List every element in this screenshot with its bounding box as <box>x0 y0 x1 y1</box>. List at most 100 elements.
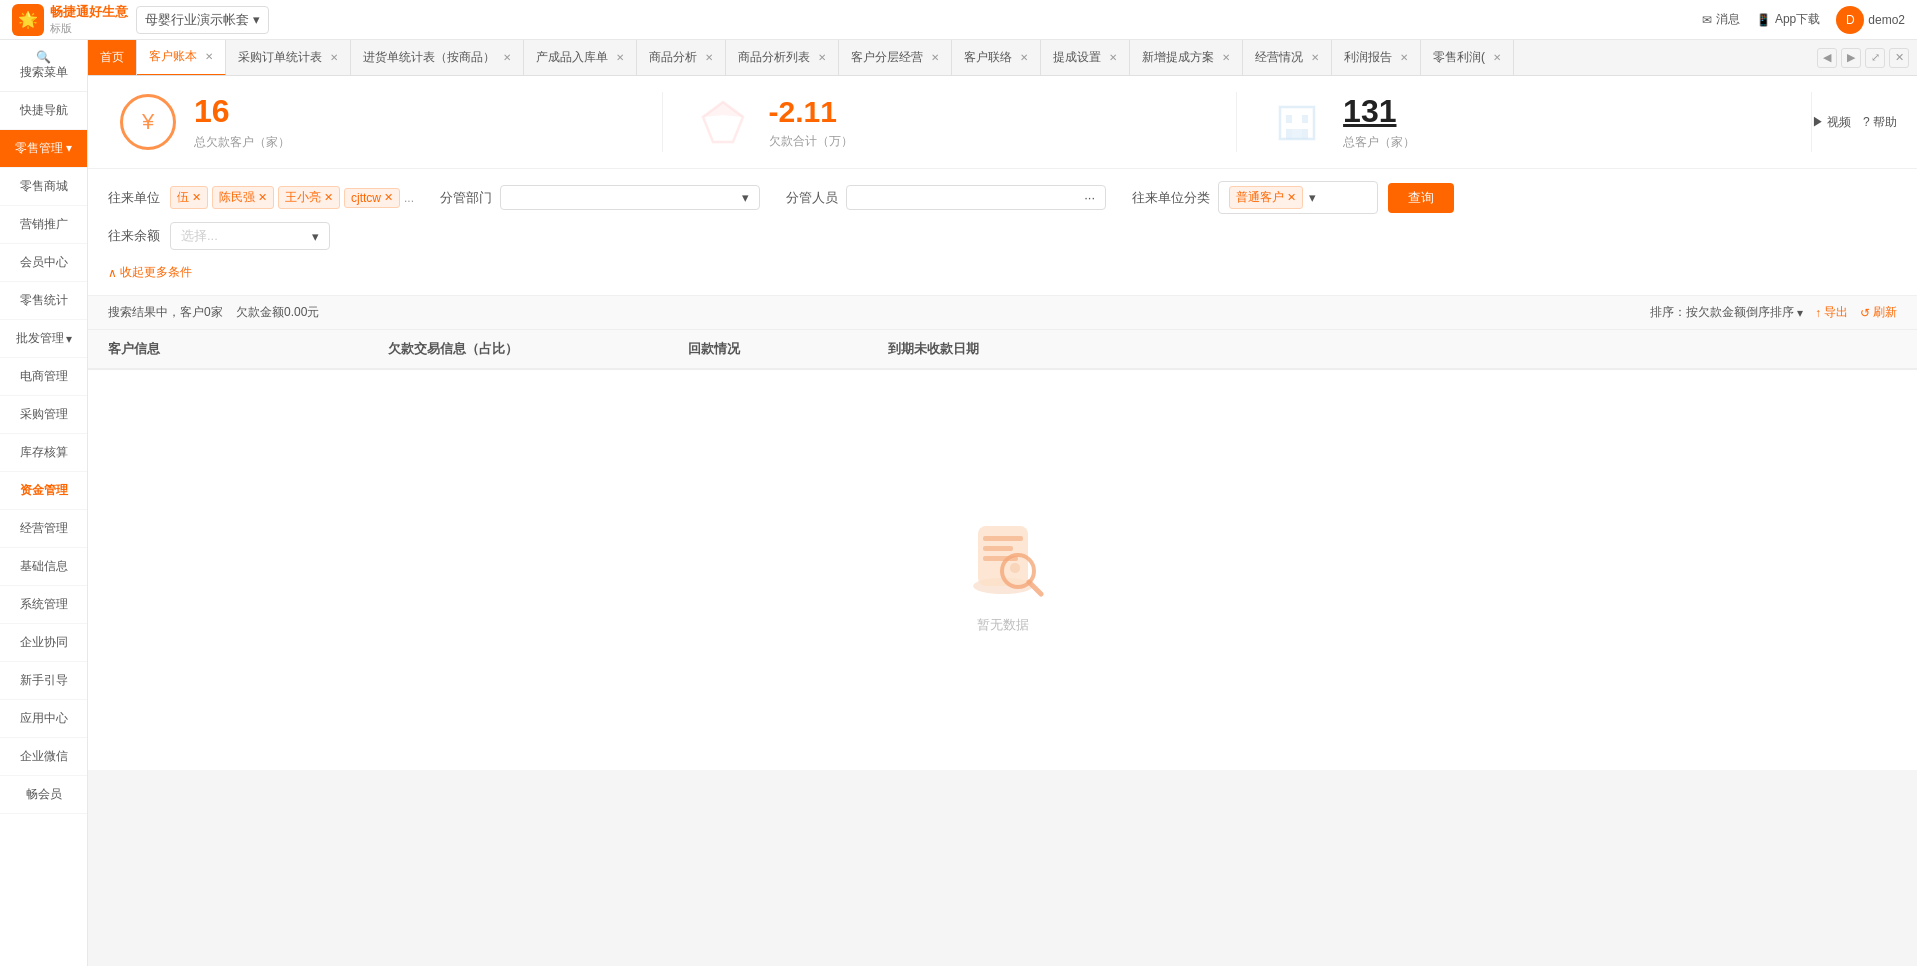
tab-label: 采购订单统计表 <box>238 49 322 66</box>
tab-close-icon[interactable]: ✕ <box>1109 52 1117 63</box>
tab-close-icon[interactable]: ✕ <box>1400 52 1408 63</box>
tab-purchase-order-stat[interactable]: 采购订单统计表 ✕ <box>226 40 351 76</box>
sidebar-item-finance[interactable]: 资金管理 <box>0 472 87 510</box>
video-help-button[interactable]: ▶ 视频 <box>1812 114 1851 131</box>
tab-customer-contact[interactable]: 客户联络 ✕ <box>952 40 1041 76</box>
sidebar-item-vip[interactable]: 畅会员 <box>0 776 87 814</box>
sidebar-item-app-center[interactable]: 应用中心 <box>0 700 87 738</box>
tab-operation-status[interactable]: 经营情况 ✕ <box>1243 40 1332 76</box>
sidebar-item-label: 新手引导 <box>20 673 68 687</box>
tab-next-button[interactable]: ▶ <box>1841 48 1861 68</box>
filter-tag-wu[interactable]: 伍 ✕ <box>170 186 208 209</box>
tab-label: 经营情况 <box>1255 49 1303 66</box>
app-download-button[interactable]: 📱 App下载 <box>1756 11 1820 28</box>
tab-close-all-button[interactable]: ✕ <box>1889 48 1909 68</box>
message-button[interactable]: ✉ 消息 <box>1702 11 1740 28</box>
tab-close-icon[interactable]: ✕ <box>818 52 826 63</box>
tag-close-icon[interactable]: ✕ <box>258 191 267 204</box>
tab-stock-stat[interactable]: 进货单统计表（按商品） ✕ <box>351 40 524 76</box>
category-select[interactable]: 普通客户 ✕ ▾ <box>1218 181 1378 214</box>
tab-production-stock[interactable]: 产成品入库单 ✕ <box>524 40 637 76</box>
tab-goods-analysis-list[interactable]: 商品分析列表 ✕ <box>726 40 839 76</box>
sidebar-item-purchase[interactable]: 采购管理 <box>0 396 87 434</box>
search-icon: 🔍 <box>36 50 51 64</box>
collapse-label: 收起更多条件 <box>120 264 192 281</box>
sidebar-item-member[interactable]: 会员中心 <box>0 244 87 282</box>
person-select[interactable]: ··· <box>846 185 1106 210</box>
store-selector[interactable]: 母婴行业演示帐套 ▾ <box>136 6 269 34</box>
sidebar-item-retail-mgmt[interactable]: 零售管理 ▾ <box>0 130 87 168</box>
stat-item-customers: ¥ 16 总欠款客户（家） <box>108 92 663 152</box>
refresh-button[interactable]: ↺ 刷新 <box>1860 304 1897 321</box>
sidebar-item-operation[interactable]: 经营管理 <box>0 510 87 548</box>
stat-text-debt: -2.11 欠款合计（万） <box>769 95 853 150</box>
sidebar-item-enterprise[interactable]: 企业协同 <box>0 624 87 662</box>
more-tags-button[interactable]: ... <box>404 191 414 205</box>
tab-close-icon[interactable]: ✕ <box>1493 52 1501 63</box>
search-menu-button[interactable]: 🔍 搜索菜单 <box>0 40 87 92</box>
sidebar-item-wholesale[interactable]: 批发管理 ▾ <box>0 320 87 358</box>
tab-close-icon[interactable]: ✕ <box>616 52 624 63</box>
sidebar-item-retail-stat[interactable]: 零售统计 <box>0 282 87 320</box>
query-button[interactable]: 查询 <box>1388 183 1454 213</box>
sort-icon: ▾ <box>1797 306 1803 320</box>
app-label: App下载 <box>1775 11 1820 28</box>
help-button[interactable]: ? 帮助 <box>1863 114 1897 131</box>
top-bar: 🌟 畅捷通好生意 标版 母婴行业演示帐套 ▾ ✉ 消息 📱 App下载 D de… <box>0 0 1917 40</box>
tab-close-icon[interactable]: ✕ <box>1311 52 1319 63</box>
category-tag-close[interactable]: ✕ <box>1287 191 1296 204</box>
tab-fullscreen-button[interactable]: ⤢ <box>1865 48 1885 68</box>
tag-close-icon[interactable]: ✕ <box>324 191 333 204</box>
stat-label-customers: 总欠款客户（家） <box>194 134 290 151</box>
filter-tag-wang[interactable]: 王小亮 ✕ <box>278 186 340 209</box>
collapse-button[interactable]: ∧ 收起更多条件 <box>108 258 1897 283</box>
message-label: 消息 <box>1716 11 1740 28</box>
tab-raise-settings[interactable]: 提成设置 ✕ <box>1041 40 1130 76</box>
tab-goods-analysis[interactable]: 商品分析 ✕ <box>637 40 726 76</box>
sidebar-item-inventory[interactable]: 库存核算 <box>0 434 87 472</box>
sidebar-item-wecom[interactable]: 企业微信 <box>0 738 87 776</box>
export-button[interactable]: ↑ 导出 <box>1815 304 1848 321</box>
tab-profit-report[interactable]: 利润报告 ✕ <box>1332 40 1421 76</box>
tab-close-icon[interactable]: ✕ <box>1222 52 1230 63</box>
main-layout: 🔍 搜索菜单 快捷导航 零售管理 ▾ 零售商城 营销推广 会员中心 零售统计 批… <box>0 40 1917 966</box>
logo-text: 畅捷通好生意 标版 <box>50 4 128 35</box>
sidebar-item-sys-mgmt[interactable]: 系统管理 <box>0 586 87 624</box>
filter-row-balance: 往来余额 选择... ▾ <box>108 222 1897 250</box>
user-profile-button[interactable]: D demo2 <box>1836 6 1905 34</box>
filter-tag-cjttcw[interactable]: cjttcw ✕ <box>344 188 400 208</box>
dept-dropdown-icon: ▾ <box>742 190 749 205</box>
tab-new-raise[interactable]: 新增提成方案 ✕ <box>1130 40 1243 76</box>
tab-close-icon[interactable]: ✕ <box>1020 52 1028 63</box>
sidebar-item-retail-mall[interactable]: 零售商城 <box>0 168 87 206</box>
tab-close-icon[interactable]: ✕ <box>330 52 338 63</box>
sidebar-item-marketing[interactable]: 营销推广 <box>0 206 87 244</box>
tag-close-icon[interactable]: ✕ <box>384 191 393 204</box>
tab-customer-segment[interactable]: 客户分层经营 ✕ <box>839 40 952 76</box>
sidebar-item-quick-nav[interactable]: 快捷导航 <box>0 92 87 130</box>
tag-close-icon[interactable]: ✕ <box>192 191 201 204</box>
stat-text-customers: 16 总欠款客户（家） <box>194 93 290 151</box>
sidebar-item-label: 经营管理 <box>20 521 68 535</box>
sidebar-item-guide[interactable]: 新手引导 <box>0 662 87 700</box>
tab-close-icon[interactable]: ✕ <box>705 52 713 63</box>
sort-button[interactable]: 排序：按欠款金额倒序排序 ▾ <box>1650 304 1803 321</box>
home-tab-label: 首页 <box>100 49 124 66</box>
dept-select[interactable]: ▾ <box>500 185 760 210</box>
tab-home[interactable]: 首页 <box>88 40 137 76</box>
tab-prev-button[interactable]: ◀ <box>1817 48 1837 68</box>
sidebar-item-basic-info[interactable]: 基础信息 <box>0 548 87 586</box>
tab-close-icon[interactable]: ✕ <box>931 52 939 63</box>
tab-close-icon[interactable]: ✕ <box>205 51 213 62</box>
balance-select[interactable]: 选择... ▾ <box>170 222 330 250</box>
tab-label: 新增提成方案 <box>1142 49 1214 66</box>
category-filter-label: 往来单位分类 <box>1132 189 1210 207</box>
tab-label: 客户账本 <box>149 48 197 65</box>
sidebar-item-ecommerce[interactable]: 电商管理 <box>0 358 87 396</box>
tab-retail-profit[interactable]: 零售利润( ✕ <box>1421 40 1514 76</box>
stat-label-debt: 欠款合计（万） <box>769 133 853 150</box>
filter-tag-chen[interactable]: 陈民强 ✕ <box>212 186 274 209</box>
stat-text-total-customers: 131 总客户（家） <box>1343 93 1415 151</box>
tab-customer-book[interactable]: 客户账本 ✕ <box>137 40 226 76</box>
tab-close-icon[interactable]: ✕ <box>503 52 511 63</box>
